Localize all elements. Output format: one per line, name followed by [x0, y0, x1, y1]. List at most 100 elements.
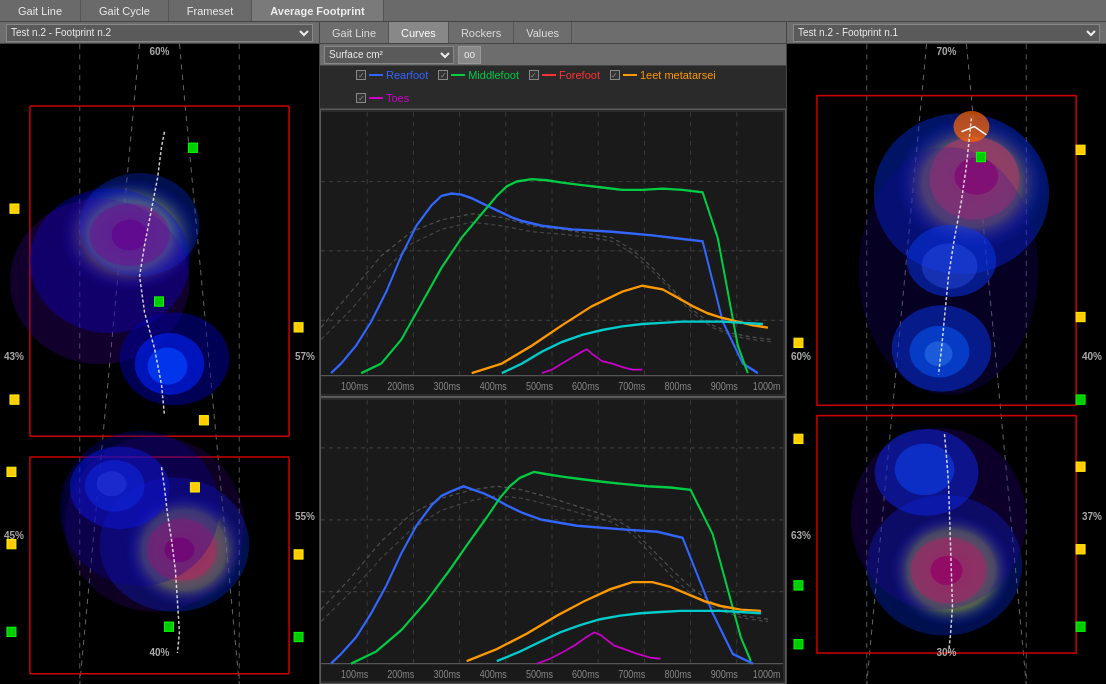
- legend-toes-checkbox[interactable]: ✓: [356, 93, 366, 103]
- legend-rearfoot-line: [369, 74, 383, 76]
- legend-metatarsei-label: 1eet metatarsei: [640, 69, 716, 81]
- svg-text:1000m: 1000m: [753, 668, 781, 680]
- left-panel-select[interactable]: Test n.2 - Footprint n.2: [6, 24, 313, 42]
- svg-rect-115: [1076, 395, 1085, 404]
- svg-text:300ms: 300ms: [433, 668, 460, 680]
- svg-text:900ms: 900ms: [711, 668, 738, 680]
- svg-point-104: [953, 111, 989, 142]
- svg-text:1000m: 1000m: [753, 380, 781, 392]
- svg-point-122: [851, 428, 1026, 610]
- legend-middlefoot-label: Middlefoot: [468, 69, 519, 81]
- legend-toes-label: Toes: [386, 92, 409, 104]
- svg-text:200ms: 200ms: [387, 668, 414, 680]
- svg-text:800ms: 800ms: [664, 668, 691, 680]
- svg-rect-111: [1076, 145, 1085, 154]
- tab-curves[interactable]: Curves: [389, 22, 449, 43]
- svg-text:200ms: 200ms: [387, 380, 414, 392]
- legend-forefoot: ✓ Forefoot: [529, 69, 600, 81]
- svg-point-21: [148, 347, 188, 384]
- left-lower-left-pct: 45%: [4, 530, 24, 541]
- svg-text:800ms: 800ms: [664, 380, 691, 392]
- legend-middlefoot-checkbox[interactable]: ✓: [438, 70, 448, 80]
- tab-gait-cycle[interactable]: Gait Cycle: [81, 0, 169, 21]
- charts-area: 50 25: [320, 109, 786, 684]
- svg-rect-126: [794, 581, 803, 590]
- svg-rect-25: [294, 323, 303, 332]
- svg-text:500ms: 500ms: [526, 668, 553, 680]
- bottom-chart-area: 100ms 200ms 300ms 400ms 500ms 600ms 700m…: [321, 400, 783, 682]
- legend-row: ✓ Rearfoot ✓ Middlefoot ✓ Forefoot ✓ 1ee…: [320, 66, 786, 109]
- svg-rect-113: [1076, 312, 1085, 321]
- tab-rockers[interactable]: Rockers: [449, 22, 514, 43]
- tab-gait-line[interactable]: Gait Line: [0, 0, 81, 21]
- svg-rect-42: [7, 627, 16, 636]
- left-heatmap-svg: [0, 44, 319, 684]
- legend-toes: ✓ Toes: [356, 92, 409, 104]
- right-panel-select[interactable]: Test n.2 - Footprint n.1: [793, 24, 1100, 42]
- left-top-pct: 60%: [149, 46, 169, 57]
- legend-rearfoot: ✓ Rearfoot: [356, 69, 428, 81]
- tab-avg-footprint[interactable]: Average Footprint: [252, 0, 383, 21]
- right-heatmap-svg: [787, 44, 1106, 684]
- svg-rect-43: [294, 632, 303, 641]
- right-panel-header: Test n.2 - Footprint n.1: [787, 22, 1106, 44]
- svg-text:700ms: 700ms: [618, 668, 645, 680]
- tab-gait-line-mid[interactable]: Gait Line: [320, 22, 389, 43]
- right-bottom-pct: 30%: [936, 647, 956, 658]
- top-chart-area: 100ms 200ms 300ms 400ms 500ms 600ms 700m…: [321, 112, 783, 394]
- svg-text:500ms: 500ms: [526, 380, 553, 392]
- right-mid-right-pct: 40%: [1082, 351, 1102, 362]
- legend-metatarsei-line: [623, 74, 637, 76]
- svg-rect-24: [155, 297, 164, 306]
- svg-rect-40: [294, 550, 303, 559]
- svg-text:400ms: 400ms: [480, 668, 507, 680]
- svg-text:400ms: 400ms: [480, 380, 507, 392]
- svg-point-36: [65, 436, 244, 611]
- top-nav: Gait Line Gait Cycle Frameset Average Fo…: [0, 0, 1106, 22]
- svg-rect-123: [794, 434, 803, 443]
- surface-dropdown[interactable]: Surface cm²: [324, 46, 454, 64]
- svg-text:900ms: 900ms: [711, 380, 738, 392]
- mid-toolbar: Surface cm² oo: [320, 44, 786, 66]
- svg-rect-26: [10, 395, 19, 404]
- tab-values[interactable]: Values: [514, 22, 572, 43]
- legend-forefoot-line: [542, 74, 556, 76]
- svg-text:700ms: 700ms: [618, 380, 645, 392]
- svg-rect-114: [794, 338, 803, 347]
- top-chart-svg: 100ms 200ms 300ms 400ms 500ms 600ms 700m…: [321, 112, 783, 394]
- svg-rect-125: [1076, 545, 1085, 554]
- oo-button[interactable]: oo: [458, 46, 481, 64]
- svg-text:600ms: 600ms: [572, 380, 599, 392]
- legend-forefoot-checkbox[interactable]: ✓: [529, 70, 539, 80]
- right-lower-left-pct: 63%: [791, 530, 811, 541]
- svg-point-110: [859, 147, 1038, 395]
- legend-forefoot-label: Forefoot: [559, 69, 600, 81]
- svg-rect-23: [10, 204, 19, 213]
- tab-frameset[interactable]: Frameset: [169, 0, 252, 21]
- left-panel-header: Test n.2 - Footprint n.2: [0, 22, 319, 44]
- mid-panel: Gait Line Curves Rockers Values Surface …: [320, 22, 786, 684]
- left-panel: Test n.2 - Footprint n.2: [0, 22, 320, 684]
- svg-text:100ms: 100ms: [341, 668, 368, 680]
- legend-metatarsei-checkbox[interactable]: ✓: [610, 70, 620, 80]
- right-lower-right-pct: 37%: [1082, 511, 1102, 522]
- svg-rect-27: [199, 416, 208, 425]
- right-panel: Test n.2 - Footprint n.1: [786, 22, 1106, 684]
- legend-rearfoot-label: Rearfoot: [386, 69, 428, 81]
- legend-rearfoot-checkbox[interactable]: ✓: [356, 70, 366, 80]
- left-mid-right-pct: 57%: [295, 351, 315, 362]
- left-panel-canvas: 60% 43% 57% 45% 55% 40%: [0, 44, 319, 684]
- legend-metatarsei: ✓ 1eet metatarsei: [610, 69, 716, 81]
- svg-text:300ms: 300ms: [433, 380, 460, 392]
- top-chart: 50 25: [321, 110, 785, 396]
- right-mid-left-pct: 60%: [791, 351, 811, 362]
- left-bottom-pct: 40%: [149, 647, 169, 658]
- svg-rect-22: [188, 143, 197, 152]
- left-lower-right-pct: 55%: [295, 511, 315, 522]
- svg-rect-128: [794, 640, 803, 649]
- svg-rect-37: [7, 467, 16, 476]
- mid-tabs: Gait Line Curves Rockers Values: [320, 22, 786, 44]
- legend-middlefoot: ✓ Middlefoot: [438, 69, 519, 81]
- svg-text:600ms: 600ms: [572, 668, 599, 680]
- left-mid-left-pct: 43%: [4, 351, 24, 362]
